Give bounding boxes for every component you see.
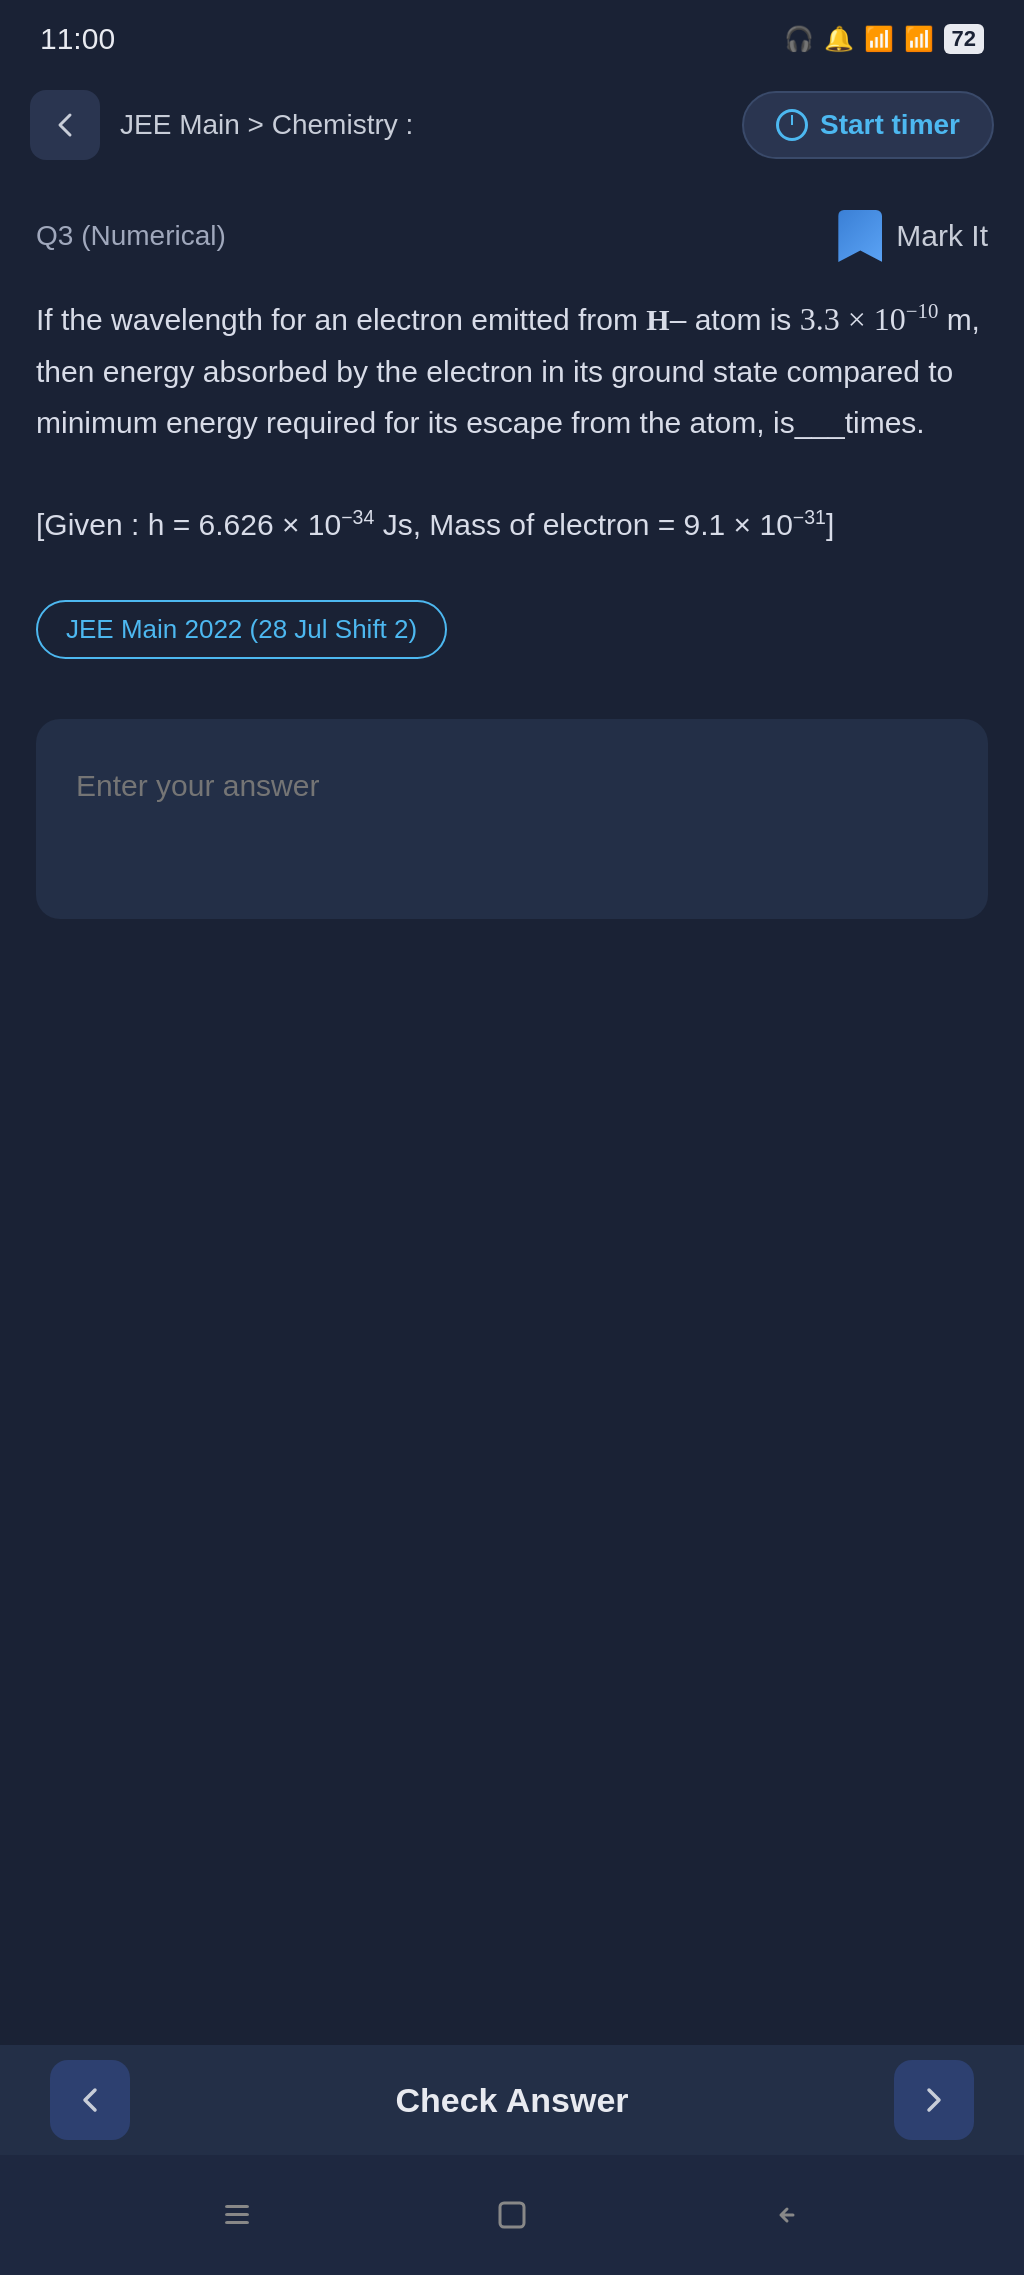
prev-question-button[interactable] xyxy=(50,2060,130,2140)
check-answer-button[interactable]: Check Answer xyxy=(395,2081,628,2120)
system-menu-button[interactable] xyxy=(209,2191,265,2239)
signal-icon: 📶 xyxy=(904,25,934,53)
question-label: Q3 (Numerical) xyxy=(36,220,226,252)
subject-tag[interactable]: JEE Main 2022 (28 Jul Shift 2) xyxy=(36,600,447,659)
system-nav xyxy=(0,2155,1024,2275)
headphone-icon: 🎧 xyxy=(784,25,814,53)
system-back-button[interactable] xyxy=(759,2187,815,2243)
mark-it-button[interactable]: Mark It xyxy=(838,210,988,262)
svg-rect-2 xyxy=(225,2221,249,2224)
question-body: If the wavelength for an electron emitte… xyxy=(0,282,1024,580)
bookmark-icon xyxy=(838,210,882,262)
tag-container: JEE Main 2022 (28 Jul Shift 2) xyxy=(0,580,1024,699)
start-timer-button[interactable]: Start timer xyxy=(742,91,994,159)
breadcrumb: JEE Main > Chemistry : xyxy=(120,109,722,141)
bell-icon: 🔔 xyxy=(824,25,854,53)
svg-rect-1 xyxy=(225,2213,249,2216)
answer-input[interactable] xyxy=(76,769,948,803)
answer-box xyxy=(36,719,988,919)
timer-icon xyxy=(776,109,808,141)
status-icons: 🎧 🔔 📶 📶 72 xyxy=(784,24,984,54)
next-question-button[interactable] xyxy=(894,2060,974,2140)
back-button[interactable] xyxy=(30,90,100,160)
svg-rect-3 xyxy=(500,2203,524,2227)
system-home-button[interactable] xyxy=(482,2185,542,2245)
svg-rect-0 xyxy=(225,2205,249,2208)
answer-section xyxy=(0,699,1024,939)
bottom-bar: Check Answer xyxy=(0,2045,1024,2155)
nav-bar: JEE Main > Chemistry : Start timer xyxy=(0,70,1024,180)
question-text: If the wavelength for an electron emitte… xyxy=(36,292,988,550)
status-bar: 11:00 🎧 🔔 📶 📶 72 xyxy=(0,0,1024,70)
status-time: 11:00 xyxy=(40,22,115,56)
timer-label: Start timer xyxy=(820,109,960,141)
wifi-icon: 📶 xyxy=(864,25,894,53)
question-header: Q3 (Numerical) Mark It xyxy=(0,180,1024,282)
battery-level: 72 xyxy=(944,24,984,54)
mark-it-label: Mark It xyxy=(896,219,988,253)
